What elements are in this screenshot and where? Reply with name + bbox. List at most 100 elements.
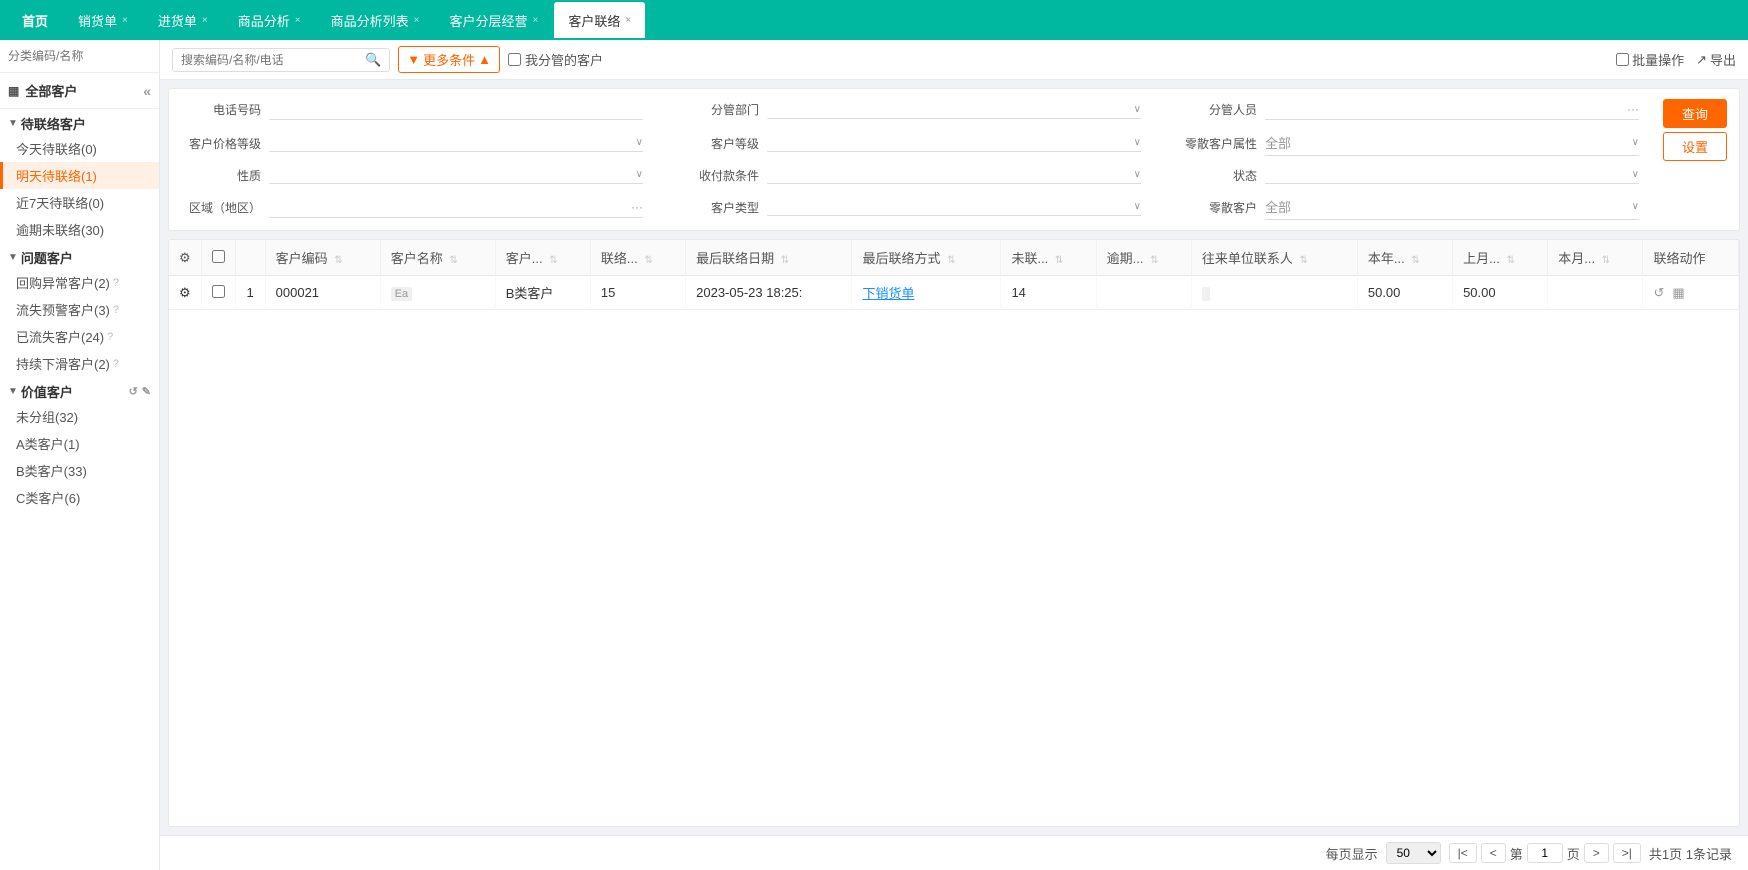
sidebar-item-repurchase-abnormal[interactable]: 回购异常客户(2) ? (0, 269, 159, 296)
losing-label: 流失预警客户(3) (16, 300, 110, 319)
value-group-label: 价值客户 (21, 382, 73, 401)
payment-chevron: ∨ (1134, 169, 1141, 180)
contacts-sort-icon[interactable]: ⇅ (1300, 255, 1308, 266)
nav-goods-analysis[interactable]: 商品分析 × (224, 2, 315, 38)
setting-button[interactable]: 设置 (1663, 132, 1727, 161)
phone-input[interactable] (269, 99, 643, 120)
type-sort-icon[interactable]: ⇅ (549, 255, 557, 266)
page-input[interactable] (1527, 843, 1563, 863)
batch-checkbox[interactable] (1616, 53, 1629, 66)
customer-level-select[interactable]: ∨ (767, 134, 1141, 152)
code-sort-icon[interactable]: ⇅ (334, 255, 342, 266)
my-customers-checkbox[interactable] (508, 53, 521, 66)
customer-level-label: 客户等级 (679, 135, 759, 152)
lost-label: 已流失客户(24) (16, 327, 104, 346)
filter-icon: ▼ (407, 52, 420, 67)
sidebar-item-class-a[interactable]: A类客户(1) (0, 430, 159, 457)
contact-col-header: 联络... ⇅ (590, 240, 685, 276)
nav-sales[interactable]: 销货单 × (64, 2, 142, 38)
price-tier-select[interactable]: ∨ (269, 134, 643, 152)
nature-select[interactable]: ∨ (269, 166, 643, 184)
row-last-contact-date: 2023-05-23 18:25: (686, 276, 852, 310)
overdue-sort-icon[interactable]: ⇅ (1150, 255, 1158, 266)
sidebar-item-overdue[interactable]: 逾期未联络(30) (0, 216, 159, 243)
nav-customer-contact[interactable]: 客户联络 × (554, 2, 645, 38)
status-select[interactable]: ∨ (1265, 166, 1639, 184)
dept-label: 分管部门 (679, 101, 759, 118)
last-month-sort-icon[interactable]: ⇅ (1507, 255, 1515, 266)
this-year-sort-icon[interactable]: ⇅ (1411, 255, 1419, 266)
row-select-checkbox[interactable] (212, 285, 225, 298)
row-last-month: 50.00 (1453, 276, 1548, 310)
sidebar-item-tomorrow[interactable]: 明天待联络(1) (0, 162, 159, 189)
nav-home[interactable]: 首页 (8, 2, 62, 38)
person-dots-icon[interactable]: ··· (1627, 102, 1639, 116)
first-page-button[interactable]: |< (1449, 843, 1477, 863)
customer-contact-close-icon[interactable]: × (625, 15, 631, 26)
sidebar: 🔍 ▦ 全部客户 « ▼ 待联络客户 今天待联络(0) 明天待联络(1) 近7天… (0, 40, 160, 870)
data-table-container: ⚙ 客户编码 ⇅ 客户名称 ⇅ (168, 239, 1740, 827)
sidebar-item-week[interactable]: 近7天待联络(0) (0, 189, 159, 216)
prev-page-button[interactable]: < (1481, 843, 1506, 863)
export-label: 导出 (1710, 50, 1736, 69)
next-page-button[interactable]: > (1584, 843, 1609, 863)
contact-sort-icon[interactable]: ⇅ (644, 255, 652, 266)
sidebar-item-lost[interactable]: 已流失客户(24) ? (0, 323, 159, 350)
this-month-col-label: 本月... (1558, 251, 1595, 266)
nav-purchase[interactable]: 进货单 × (144, 2, 222, 38)
retail-customer-select[interactable]: 全部 ∨ (1265, 194, 1639, 220)
action-grid-icon[interactable]: ▦ (1672, 285, 1684, 301)
sidebar-item-class-c[interactable]: C类客户(6) (0, 484, 159, 511)
sidebar-item-continuous-down[interactable]: 持续下滑客户(2) ? (0, 350, 159, 377)
last-contact-method-sort-icon[interactable]: ⇅ (947, 255, 955, 266)
value-edit-icon[interactable]: ✎ (142, 385, 151, 398)
main-panel: 🔍 ▼ 更多条件 ▲ 我分管的客户 批量操作 ↗ (160, 40, 1748, 870)
select-all-checkbox[interactable] (212, 250, 225, 263)
phone-label: 电话号码 (181, 101, 261, 118)
export-button[interactable]: ↗ 导出 (1696, 50, 1736, 69)
region-dots-icon[interactable]: ··· (631, 200, 643, 214)
sidebar-all-customers[interactable]: ▦ 全部客户 « (0, 73, 159, 109)
filter-row-3: 性质 ∨ 收付款条件 ∨ (181, 166, 1639, 184)
row-action: ↺ ▦ (1643, 276, 1739, 310)
sidebar-search-input[interactable] (8, 49, 160, 63)
nav-goods-analysis-list[interactable]: 商品分析列表 × (317, 2, 434, 38)
sidebar-group-pending[interactable]: ▼ 待联络客户 (0, 109, 159, 135)
more-filter-button[interactable]: ▼ 更多条件 ▲ (398, 46, 500, 73)
sidebar-item-class-b[interactable]: B类客户(33) (0, 457, 159, 484)
goods-analysis-list-close-icon[interactable]: × (414, 15, 420, 26)
retail-attr-select[interactable]: 全部 ∨ (1265, 130, 1639, 156)
sidebar-group-problem[interactable]: ▼ 问题客户 (0, 243, 159, 269)
value-refresh-icon[interactable]: ↺ (129, 385, 138, 398)
last-contact-date-sort-icon[interactable]: ⇅ (781, 255, 789, 266)
customer-tier-close-icon[interactable]: × (532, 15, 538, 26)
search-icon[interactable]: 🔍 (365, 52, 381, 68)
uncontacted-sort-icon[interactable]: ⇅ (1055, 255, 1063, 266)
sidebar-item-ungrouped[interactable]: 未分组(32) (0, 403, 159, 430)
payment-select[interactable]: ∨ (767, 166, 1141, 184)
sidebar-item-losing[interactable]: 流失预警客户(3) ? (0, 296, 159, 323)
page-size-select[interactable]: 50 100 200 (1386, 842, 1441, 864)
purchase-close-icon[interactable]: × (202, 15, 208, 26)
action-refresh-icon[interactable]: ↺ (1653, 285, 1664, 301)
last-contact-link[interactable]: 下销货单 (862, 286, 914, 301)
batch-button[interactable]: 批量操作 (1616, 50, 1684, 69)
row-gear[interactable]: ⚙ (169, 276, 201, 310)
dept-select[interactable]: ∨ (767, 101, 1141, 119)
sidebar-item-today[interactable]: 今天待联络(0) (0, 135, 159, 162)
query-button[interactable]: 查询 (1663, 99, 1727, 128)
customer-type-select[interactable]: ∨ (767, 198, 1141, 216)
sidebar-group-value[interactable]: ▼ 价值客户 ↺ ✎ (0, 377, 159, 403)
search-input[interactable] (181, 53, 361, 67)
sidebar-collapse-icon[interactable]: « (143, 83, 151, 99)
gear-col-header[interactable]: ⚙ (169, 240, 201, 276)
sales-close-icon[interactable]: × (122, 15, 128, 26)
this-year-col-header: 本年... ⇅ (1357, 240, 1452, 276)
last-page-button[interactable]: >| (1613, 843, 1641, 863)
this-month-sort-icon[interactable]: ⇅ (1602, 255, 1610, 266)
goods-analysis-close-icon[interactable]: × (295, 15, 301, 26)
class-a-label: A类客户(1) (16, 434, 80, 453)
contacts-col-header: 往来单位联系人 ⇅ (1191, 240, 1357, 276)
nav-customer-tier[interactable]: 客户分层经营 × (435, 2, 552, 38)
name-sort-icon[interactable]: ⇅ (449, 255, 457, 266)
